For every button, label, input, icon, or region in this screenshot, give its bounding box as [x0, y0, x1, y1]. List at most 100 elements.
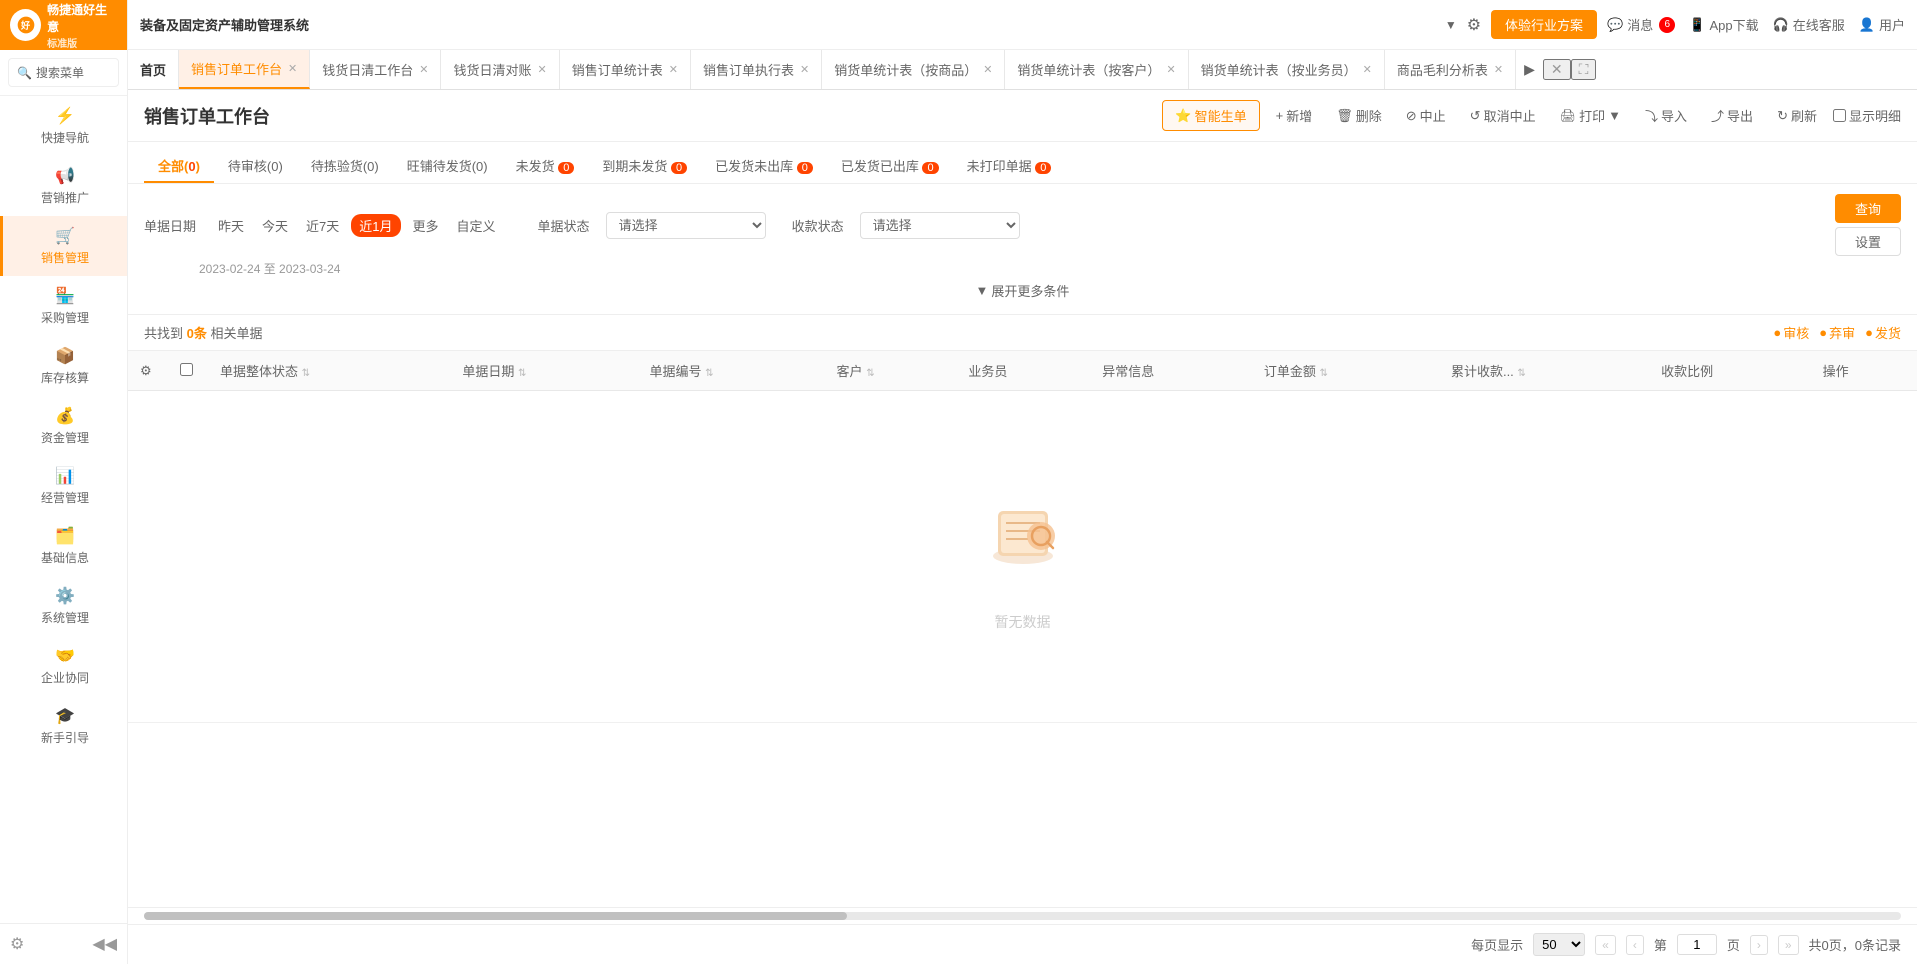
sub-tab-pending-check[interactable]: 待拣验货(0) [297, 150, 393, 183]
sub-tab-all[interactable]: 全部(0) [144, 150, 214, 183]
ship-action-button[interactable]: ● 发货 [1865, 323, 1901, 342]
col-collected: 累计收款... ⇅ [1439, 351, 1649, 391]
cancel-review-button[interactable]: ● 弃审 [1819, 323, 1855, 342]
tab-close-sales-exec[interactable]: ✕ [800, 63, 809, 76]
sidebar-nav: ⚡ 快捷导航 📢 营销推广 🛒 销售管理 🏪 采购管理 📦 库存核算 💰 资金管… [0, 96, 127, 923]
experience-button[interactable]: 体验行业方案 [1491, 10, 1597, 39]
user-button[interactable]: 👤 用户 [1859, 15, 1905, 34]
per-page-select[interactable]: 50 10 20 100 [1533, 933, 1585, 956]
col-collected-sort[interactable]: ⇅ [1517, 368, 1525, 379]
tab-expand-button[interactable]: ⛶ [1571, 59, 1597, 80]
tab-close-all-button[interactable]: ✕ [1543, 59, 1571, 80]
tab-close-cash-daily[interactable]: ✕ [419, 63, 428, 76]
system-dropdown-button[interactable]: ▼ [1445, 18, 1457, 32]
sub-tab-shipped-not-out[interactable]: 已发货未出库 0 [701, 150, 827, 183]
sidebar-item-sales[interactable]: 🛒 销售管理 [0, 216, 127, 276]
tab-sales-summary-customer[interactable]: 销货单统计表（按客户） ✕ [1005, 50, 1188, 89]
system-settings-button[interactable]: ⚙ [1467, 15, 1481, 35]
sub-tab-not-shipped[interactable]: 未发货 0 [502, 150, 589, 183]
yesterday-button[interactable]: 昨天 [212, 214, 250, 237]
first-page-button[interactable]: « [1595, 935, 1616, 955]
last7-button[interactable]: 近7天 [300, 214, 345, 237]
message-button[interactable]: 💬 消息 6 [1607, 15, 1675, 34]
online-service-button[interactable]: 🎧 在线客服 [1773, 15, 1845, 34]
custom-date-button[interactable]: 自定义 [451, 214, 502, 237]
col-status-sort[interactable]: ⇅ [302, 368, 310, 379]
col-number-sort[interactable]: ⇅ [705, 368, 713, 379]
tab-close-sales-summary-customer[interactable]: ✕ [1166, 63, 1175, 76]
col-date-sort[interactable]: ⇅ [518, 368, 526, 379]
tab-sales-summary-product[interactable]: 销货单统计表（按商品） ✕ [822, 50, 1005, 89]
tab-product-margin[interactable]: 商品毛利分析表 ✕ [1385, 50, 1516, 89]
tab-home[interactable]: 首页 [128, 50, 179, 89]
stop-button[interactable]: ⊘ 中止 [1398, 102, 1454, 129]
col-amount-sort[interactable]: ⇅ [1320, 368, 1328, 379]
last-page-button[interactable]: » [1778, 935, 1799, 955]
tab-more-button[interactable]: ▶ [1516, 50, 1543, 89]
page-number-input[interactable] [1677, 934, 1717, 955]
status-select[interactable]: 请选择 [606, 212, 766, 239]
import-button[interactable]: ⤵ 导入 [1637, 102, 1695, 129]
cash-reconcile-tab-label: 钱货日清对账 [453, 60, 531, 79]
sub-tab-expired-not-shipped[interactable]: 到期未发货 0 [588, 150, 701, 183]
last1month-button[interactable]: 近1月 [351, 214, 400, 237]
collapse-sidebar-button[interactable]: ◀◀ [92, 934, 117, 954]
settings-col-icon[interactable]: ⚙ [140, 363, 152, 378]
payment-select[interactable]: 请选择 [860, 212, 1020, 239]
show-detail-toggle[interactable]: 显示明细 [1833, 106, 1901, 125]
cancel-stop-button[interactable]: ↺ 取消中止 [1462, 102, 1544, 129]
tab-sales-workbench[interactable]: 销售订单工作台 ✕ [179, 50, 310, 89]
settings-bottom-button[interactable]: ⚙ [10, 934, 24, 954]
prev-page-button[interactable]: ‹ [1626, 935, 1644, 955]
sub-tab-wangpu[interactable]: 旺铺待发货(0) [393, 150, 502, 183]
app-download-button[interactable]: 📱 App下载 [1689, 15, 1758, 34]
expand-more-button[interactable]: ▼ 展开更多条件 [976, 281, 1070, 300]
tab-close-sales-summary-product[interactable]: ✕ [983, 63, 992, 76]
col-customer-sort[interactable]: ⇅ [866, 368, 874, 379]
next-page-button[interactable]: › [1750, 935, 1768, 955]
more-date-button[interactable]: 更多 [407, 214, 445, 237]
sub-tab-shipped-out[interactable]: 已发货已出库 0 [827, 150, 953, 183]
sidebar-item-system[interactable]: ⚙️ 系统管理 [0, 576, 127, 636]
page-suffix: 页 [1727, 935, 1740, 954]
tab-close-sales-workbench[interactable]: ✕ [288, 62, 297, 75]
search-menu-button[interactable]: 🔍 搜索菜单 [8, 58, 119, 87]
sidebar-item-marketing[interactable]: 📢 营销推广 [0, 156, 127, 216]
tab-close-sales-stats[interactable]: ✕ [669, 63, 678, 76]
export-button[interactable]: ⤴ 导出 [1703, 102, 1761, 129]
sub-tab-pending-review[interactable]: 待审核(0) [214, 150, 297, 183]
sidebar-item-finance[interactable]: 💰 资金管理 [0, 396, 127, 456]
tab-close-product-margin[interactable]: ✕ [1494, 63, 1503, 76]
tab-close-sales-summary-staff[interactable]: ✕ [1363, 63, 1372, 76]
sidebar-item-quicknav[interactable]: ⚡ 快捷导航 [0, 96, 127, 156]
sidebar-item-inventory[interactable]: 📦 库存核算 [0, 336, 127, 396]
sidebar-item-enterprise[interactable]: 🤝 企业协同 [0, 636, 127, 696]
sidebar-item-newbie[interactable]: 🎓 新手引导 [0, 696, 127, 756]
table-container: ⚙ 单据整体状态 ⇅ 单据日期 ⇅ [128, 351, 1917, 907]
tab-sales-stats[interactable]: 销售订单统计表 ✕ [560, 50, 691, 89]
show-detail-checkbox[interactable] [1833, 109, 1846, 122]
review-button[interactable]: ● 审核 [1773, 323, 1809, 342]
sub-tab-not-printed[interactable]: 未打印单据 0 [953, 150, 1066, 183]
query-button[interactable]: 查询 [1835, 194, 1901, 223]
tab-cash-reconcile[interactable]: 钱货日清对账 ✕ [441, 50, 559, 89]
delete-button[interactable]: 🗑 删除 [1328, 102, 1390, 129]
tab-close-cash-reconcile[interactable]: ✕ [538, 63, 547, 76]
settings-button[interactable]: 设置 [1835, 227, 1901, 256]
tab-cash-daily[interactable]: 钱货日清工作台 ✕ [310, 50, 441, 89]
today-button[interactable]: 今天 [256, 214, 294, 237]
smart-create-button[interactable]: ⭐ 智能生单 [1162, 100, 1259, 131]
tab-sales-exec[interactable]: 销售订单执行表 ✕ [691, 50, 822, 89]
print-button[interactable]: 🖨 打印 ▼ [1552, 102, 1629, 129]
sidebar-item-purchase[interactable]: 🏪 采购管理 [0, 276, 127, 336]
refresh-button[interactable]: ↻ 刷新 [1769, 102, 1825, 129]
scrollbar-track[interactable] [144, 912, 1901, 920]
select-all-checkbox[interactable] [180, 363, 193, 376]
new-button[interactable]: + 新增 [1268, 102, 1321, 129]
stop-label: 中止 [1420, 106, 1446, 125]
sidebar-item-operation[interactable]: 📊 经营管理 [0, 456, 127, 516]
col-number: 单据编号 ⇅ [637, 351, 824, 391]
tab-sales-summary-staff[interactable]: 销货单统计表（按业务员） ✕ [1189, 50, 1385, 89]
sidebar-item-basic[interactable]: 🗂️ 基础信息 [0, 516, 127, 576]
scrollbar-thumb[interactable] [144, 912, 847, 920]
